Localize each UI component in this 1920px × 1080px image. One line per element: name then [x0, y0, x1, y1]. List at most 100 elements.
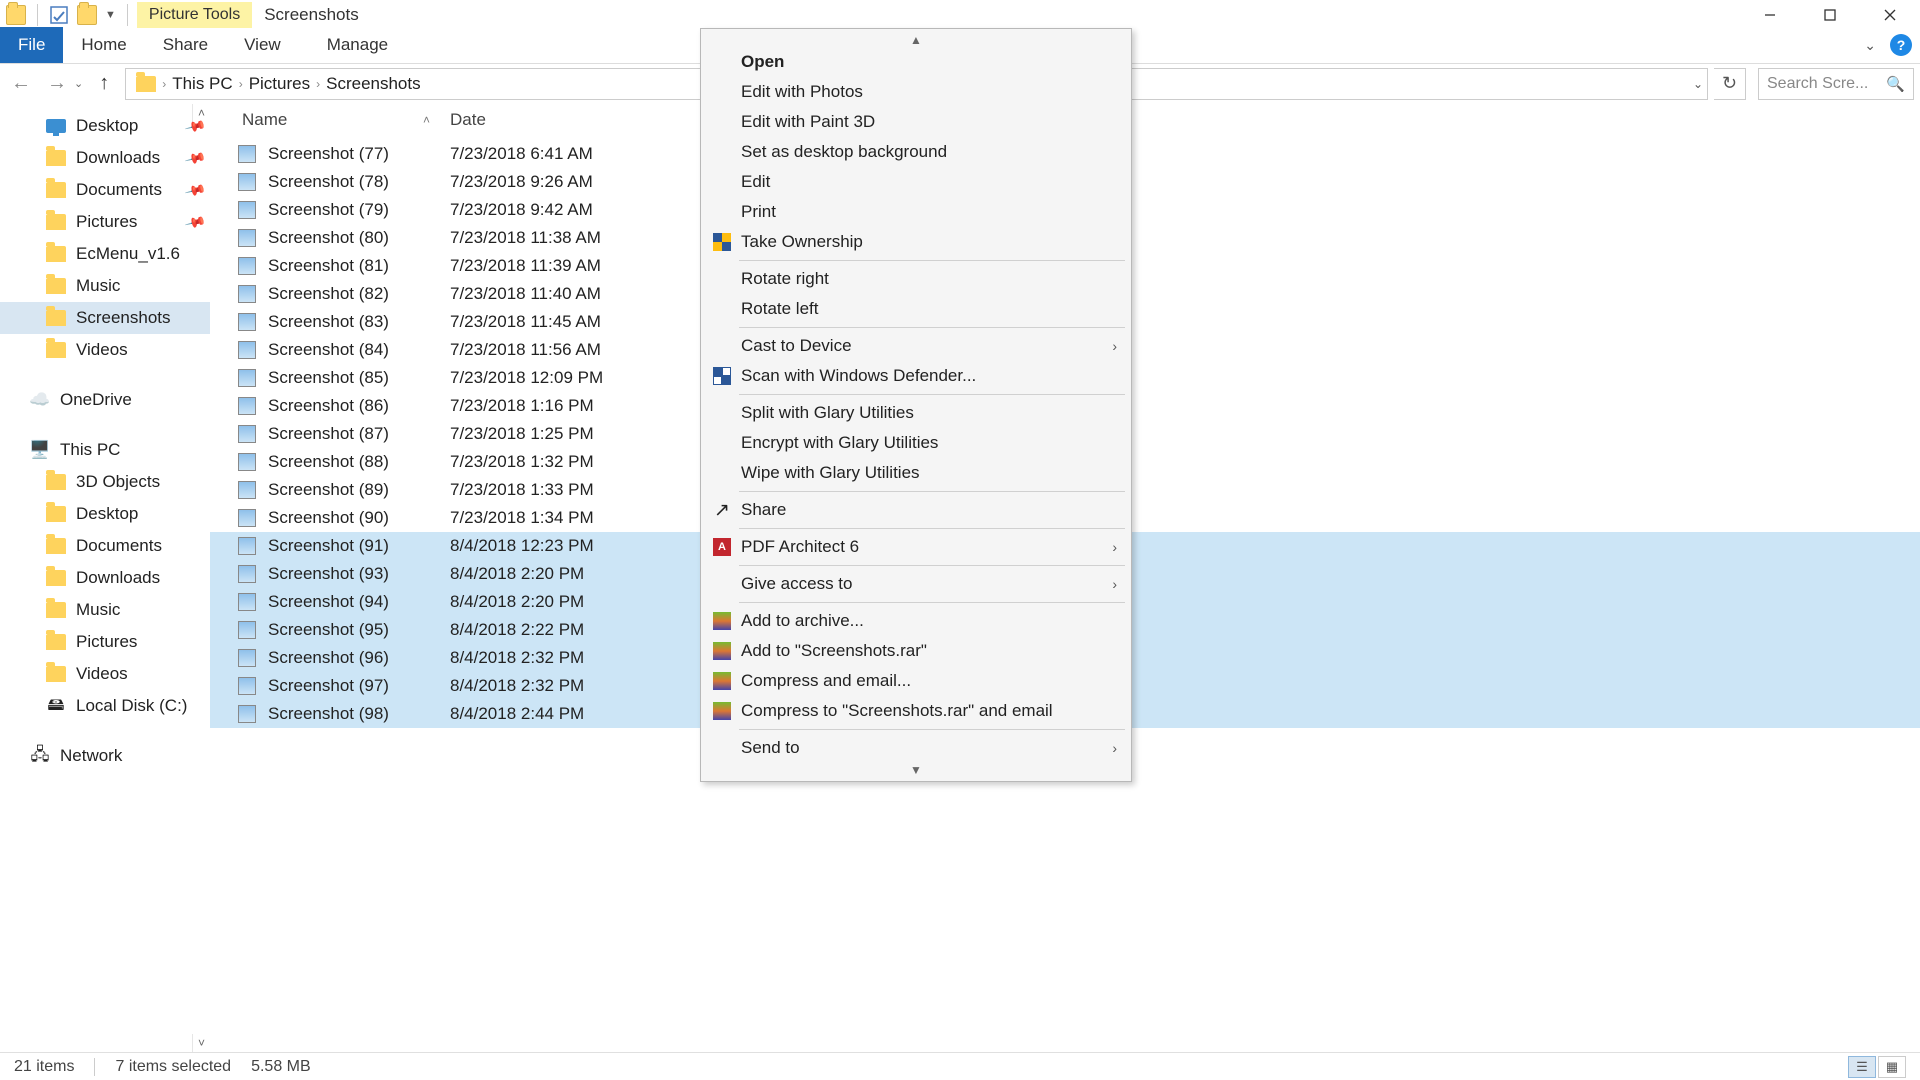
column-header-date[interactable]: Date	[450, 110, 690, 130]
context-menu-item[interactable]: Rotate right	[701, 264, 1131, 294]
breadcrumb-segment[interactable]: Pictures	[245, 72, 314, 96]
file-date: 8/4/2018 2:20 PM	[450, 592, 690, 612]
file-date: 8/4/2018 12:23 PM	[450, 536, 690, 556]
window-title: Screenshots	[252, 5, 371, 25]
file-date: 7/23/2018 11:38 AM	[450, 228, 690, 248]
sidebar-item[interactable]: Desktop📌	[0, 110, 210, 142]
image-file-icon	[238, 565, 256, 583]
sidebar-item[interactable]: Downloads	[0, 562, 210, 594]
file-date: 7/23/2018 1:32 PM	[450, 452, 690, 472]
sidebar-item[interactable]: Documents📌	[0, 174, 210, 206]
image-file-icon	[238, 509, 256, 527]
recent-locations-dropdown[interactable]: ⌄	[74, 77, 83, 90]
breadcrumb-segment[interactable]: This PC	[168, 72, 236, 96]
sidebar-item[interactable]: EcMenu_v1.6	[0, 238, 210, 270]
context-menu-label: Edit	[741, 172, 770, 192]
file-name: Screenshot (81)	[268, 256, 389, 276]
back-button[interactable]: ←	[6, 69, 36, 99]
context-menu-item[interactable]: Encrypt with Glary Utilities	[701, 428, 1131, 458]
context-menu-item[interactable]: Take Ownership	[701, 227, 1131, 257]
minimize-button[interactable]	[1740, 0, 1800, 30]
context-menu-item[interactable]: Give access to›	[701, 569, 1131, 599]
ribbon-tab-home[interactable]: Home	[63, 27, 144, 63]
app-icon[interactable]	[6, 5, 26, 25]
context-menu-item[interactable]: Edit	[701, 167, 1131, 197]
forward-button[interactable]: →	[42, 69, 72, 99]
sidebar-item[interactable]: Documents	[0, 530, 210, 562]
breadcrumb-separator[interactable]: ›	[239, 77, 243, 91]
image-file-icon	[238, 285, 256, 303]
context-menu-item[interactable]: Edit with Photos	[701, 77, 1131, 107]
file-date: 8/4/2018 2:20 PM	[450, 564, 690, 584]
file-date: 8/4/2018 2:32 PM	[450, 648, 690, 668]
sidebar-item[interactable]: Music	[0, 270, 210, 302]
close-button[interactable]	[1860, 0, 1920, 30]
sidebar-item[interactable]: Downloads📌	[0, 142, 210, 174]
file-name: Screenshot (85)	[268, 368, 389, 388]
sidebar-network[interactable]: 🖧 Network	[0, 740, 210, 772]
context-menu-item[interactable]: Split with Glary Utilities	[701, 398, 1131, 428]
context-menu-item[interactable]: Set as desktop background	[701, 137, 1131, 167]
ribbon-tab-manage[interactable]: Manage	[309, 27, 406, 63]
archive-icon	[711, 640, 733, 662]
view-large-icons-button[interactable]: ▦	[1878, 1056, 1906, 1078]
context-menu-scroll-down[interactable]: ▼	[701, 763, 1131, 777]
search-icon: 🔍	[1886, 75, 1905, 93]
context-menu-item[interactable]: Edit with Paint 3D	[701, 107, 1131, 137]
sidebar-label: OneDrive	[60, 390, 132, 410]
maximize-button[interactable]	[1800, 0, 1860, 30]
qat-customize-dropdown[interactable]: ▼	[105, 9, 116, 21]
context-menu-label: Send to	[741, 738, 800, 758]
sidebar-item[interactable]: 🖴Local Disk (C:)	[0, 690, 210, 722]
context-menu-item[interactable]: Rotate left	[701, 294, 1131, 324]
context-menu-item[interactable]: Print	[701, 197, 1131, 227]
view-details-button[interactable]: ☰	[1848, 1056, 1876, 1078]
ribbon-tab-share[interactable]: Share	[145, 27, 226, 63]
context-menu-item[interactable]: Add to archive...	[701, 606, 1131, 636]
qat-properties-button[interactable]	[49, 5, 69, 25]
search-input[interactable]: Search Scre... 🔍	[1758, 68, 1914, 100]
context-menu-scroll-up[interactable]: ▲	[701, 33, 1131, 47]
sidebar-this-pc[interactable]: 🖥️ This PC	[0, 434, 210, 466]
breadcrumb-separator[interactable]: ›	[316, 77, 320, 91]
sidebar-onedrive[interactable]: ☁️ OneDrive	[0, 384, 210, 416]
context-menu-item[interactable]: Cast to Device›	[701, 331, 1131, 361]
archive-icon	[711, 670, 733, 692]
sidebar-item[interactable]: Music	[0, 594, 210, 626]
sidebar-item[interactable]: 3D Objects	[0, 466, 210, 498]
context-menu-item[interactable]: ↗Share	[701, 495, 1131, 525]
status-item-count: 21 items	[14, 1058, 74, 1076]
sidebar-item[interactable]: Pictures	[0, 626, 210, 658]
ribbon-tab-view[interactable]: View	[226, 27, 299, 63]
context-menu-label: Encrypt with Glary Utilities	[741, 433, 938, 453]
breadcrumb-root[interactable]	[132, 74, 160, 94]
ribbon-expand-button[interactable]: ⌄	[1864, 37, 1876, 54]
sidebar-label: Screenshots	[76, 308, 171, 328]
column-header-name[interactable]: Name ˄	[228, 110, 450, 130]
breadcrumb-dropdown[interactable]: ⌄	[1693, 77, 1703, 91]
breadcrumb-separator[interactable]: ›	[162, 77, 166, 91]
context-menu-item[interactable]: Compress and email...	[701, 666, 1131, 696]
context-menu-item[interactable]: APDF Architect 6›	[701, 532, 1131, 562]
sidebar-item[interactable]: Videos	[0, 658, 210, 690]
file-date: 7/23/2018 12:09 PM	[450, 368, 690, 388]
context-menu-item[interactable]: Open	[701, 47, 1131, 77]
context-menu-item[interactable]: Compress to "Screenshots.rar" and email	[701, 696, 1131, 726]
context-menu-item[interactable]: Scan with Windows Defender...	[701, 361, 1131, 391]
folder-icon	[46, 342, 66, 358]
sidebar-item[interactable]: Desktop	[0, 498, 210, 530]
up-button[interactable]: ↑	[89, 69, 119, 99]
context-menu-item[interactable]: Add to "Screenshots.rar"	[701, 636, 1131, 666]
qat-new-folder-button[interactable]	[77, 5, 97, 25]
ribbon-tab-file[interactable]: File	[0, 27, 63, 63]
context-menu-item[interactable]: Wipe with Glary Utilities	[701, 458, 1131, 488]
sidebar-item[interactable]: Videos	[0, 334, 210, 366]
context-menu-item[interactable]: Send to›	[701, 733, 1131, 763]
sidebar-item[interactable]: Screenshots	[0, 302, 210, 334]
sidebar-scroll-down[interactable]: ˅	[192, 1034, 210, 1052]
file-name: Screenshot (77)	[268, 144, 389, 164]
breadcrumb-segment[interactable]: Screenshots	[322, 72, 425, 96]
sidebar-item[interactable]: Pictures📌	[0, 206, 210, 238]
help-button[interactable]: ?	[1890, 34, 1912, 56]
refresh-button[interactable]: ↻	[1714, 68, 1746, 100]
